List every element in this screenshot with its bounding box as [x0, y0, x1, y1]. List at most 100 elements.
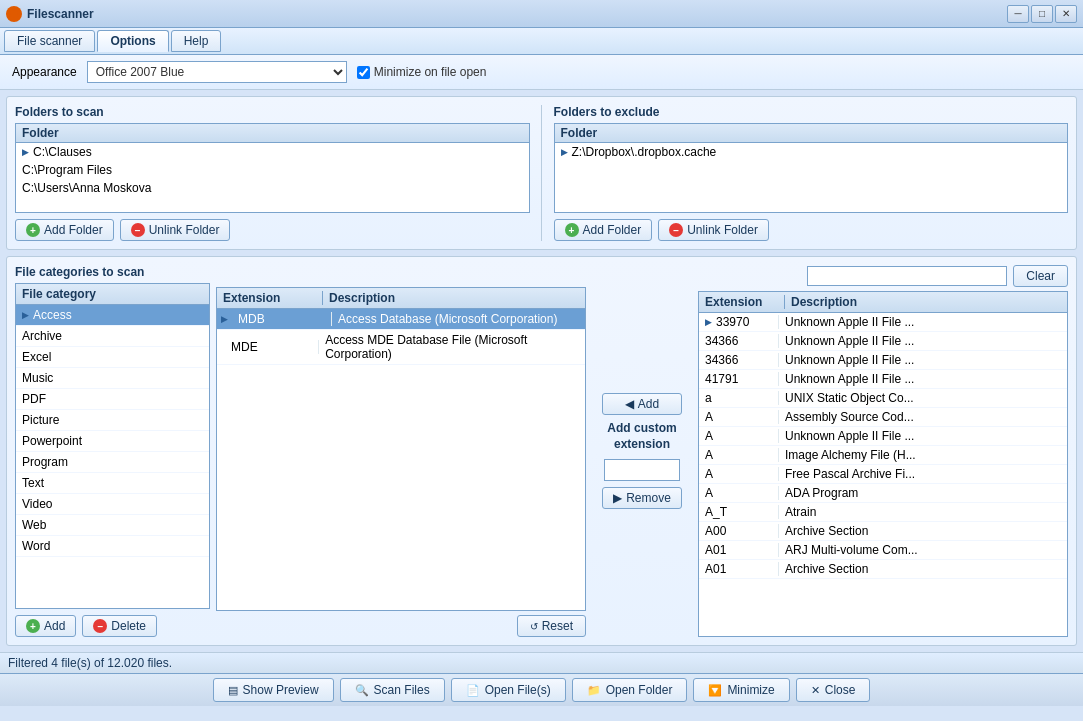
all-ext-row-A-1[interactable]: A Assembly Source Cod...: [699, 408, 1067, 427]
window-title: Filescanner: [27, 7, 94, 21]
tab-help[interactable]: Help: [171, 30, 222, 52]
file-categories-list: File category ▶ Access Archive Excel Mus…: [15, 283, 210, 609]
status-text: Filtered 4 file(s) of 12.020 files.: [8, 656, 172, 670]
svg-point-0: [10, 10, 18, 18]
folders-to-scan-list: Folder ▶ C:\Clauses C:\Program Files C:\…: [15, 123, 530, 213]
all-ext-row-A00[interactable]: A00 Archive Section: [699, 522, 1067, 541]
chevron-right-icon: ▶: [217, 314, 232, 324]
unlink-scan-folder-btn[interactable]: − Unlink Folder: [120, 219, 231, 241]
all-ext-row-AT[interactable]: A_T Atrain: [699, 503, 1067, 522]
cat-item-access[interactable]: ▶ Access: [16, 305, 209, 326]
close-btn[interactable]: ✕ Close: [796, 678, 871, 702]
all-ext-row-A-3[interactable]: A Image Alchemy File (H...: [699, 446, 1067, 465]
all-ext-row-34366a[interactable]: 34366 Unknown Apple II File ...: [699, 332, 1067, 351]
v-divider: [538, 105, 546, 241]
window-controls: ─ □ ✕: [1007, 5, 1077, 23]
title-bar: Filescanner ─ □ ✕: [0, 0, 1083, 28]
open-folder-icon: 📁: [587, 684, 601, 697]
reset-icon: ↺: [530, 621, 538, 632]
appearance-select[interactable]: Office 2007 Blue: [87, 61, 347, 83]
minimize-window-btn[interactable]: ─: [1007, 5, 1029, 23]
all-ext-row-A-5[interactable]: A ADA Program: [699, 484, 1067, 503]
file-categories-header: File category: [16, 284, 209, 305]
minimize-icon: 🔽: [708, 684, 722, 697]
category-buttons: + Add − Delete: [15, 615, 210, 637]
cat-item-program[interactable]: Program: [16, 452, 209, 473]
cat-item-archive[interactable]: Archive: [16, 326, 209, 347]
reset-btn[interactable]: ↺ Reset: [517, 615, 586, 637]
all-ext-row-A-4[interactable]: A Free Pascal Archive Fi...: [699, 465, 1067, 484]
folders-to-exclude-buttons: + Add Folder − Unlink Folder: [554, 219, 1069, 241]
custom-extension-controls: ◀ Add Add custom extension ▶ Remove: [592, 265, 692, 637]
app-icon: [6, 6, 22, 22]
close-window-btn[interactable]: ✕: [1055, 5, 1077, 23]
folder-scan-item-2[interactable]: C:\Program Files: [16, 161, 529, 179]
all-extensions-top: Clear: [698, 265, 1068, 287]
folder-scan-item-1[interactable]: ▶ C:\Clauses: [16, 143, 529, 161]
extensions-header: Extension Description: [217, 288, 585, 309]
search-extensions-input[interactable]: [807, 266, 1007, 286]
add-extension-btn[interactable]: ◀ Add: [602, 393, 682, 415]
folders-to-exclude-panel: Folders to exclude Folder ▶ Z:\Dropbox\.…: [554, 105, 1069, 241]
status-bar: Filtered 4 file(s) of 12.020 files.: [0, 652, 1083, 673]
chevron-right-icon: ▶: [705, 317, 712, 327]
cat-item-pdf[interactable]: PDF: [16, 389, 209, 410]
all-ext-row-a-lower[interactable]: a UNIX Static Object Co...: [699, 389, 1067, 408]
all-ext-row-A-2[interactable]: A Unknown Apple II File ...: [699, 427, 1067, 446]
custom-extension-input[interactable]: [604, 459, 680, 481]
cat-item-video[interactable]: Video: [16, 494, 209, 515]
all-ext-row-33970[interactable]: ▶ 33970 Unknown Apple II File ...: [699, 313, 1067, 332]
action-bar: ▤ Show Preview 🔍 Scan Files 📄 Open File(…: [0, 673, 1083, 706]
all-ext-row-A01b[interactable]: A01 Archive Section: [699, 560, 1067, 579]
tab-options[interactable]: Options: [97, 30, 168, 52]
all-extensions-list: Extension Description ▶ 33970 Unknown Ap…: [698, 291, 1068, 637]
cat-item-picture[interactable]: Picture: [16, 410, 209, 431]
all-ext-row-34366b[interactable]: 34366 Unknown Apple II File ...: [699, 351, 1067, 370]
main-content: Folders to scan Folder ▶ C:\Clauses C:\P…: [0, 90, 1083, 652]
add-icon: +: [565, 223, 579, 237]
scan-icon: 🔍: [355, 684, 369, 697]
file-categories-panel: File categories to scan File category ▶ …: [15, 265, 210, 637]
chevron-right-icon: ▶: [22, 147, 29, 157]
folders-to-scan-title: Folders to scan: [15, 105, 530, 119]
delete-category-btn[interactable]: − Delete: [82, 615, 157, 637]
folder-exclude-item-1[interactable]: ▶ Z:\Dropbox\.dropbox.cache: [555, 143, 1068, 161]
cat-item-music[interactable]: Music: [16, 368, 209, 389]
minimize-checkbox[interactable]: [357, 66, 370, 79]
open-files-icon: 📄: [466, 684, 480, 697]
all-extensions-header: Extension Description: [699, 292, 1067, 313]
cat-item-word[interactable]: Word: [16, 536, 209, 557]
minimize-btn[interactable]: 🔽 Minimize: [693, 678, 789, 702]
preview-icon: ▤: [228, 684, 238, 697]
show-preview-btn[interactable]: ▤ Show Preview: [213, 678, 334, 702]
chevron-right-icon: ▶: [22, 310, 29, 320]
all-ext-row-41791[interactable]: 41791 Unknown Apple II File ...: [699, 370, 1067, 389]
ext-item-mde[interactable]: MDE Access MDE Database File (Microsoft …: [217, 330, 585, 365]
all-ext-row-A01a[interactable]: A01 ARJ Multi-volume Com...: [699, 541, 1067, 560]
open-files-btn[interactable]: 📄 Open File(s): [451, 678, 566, 702]
remove-extension-btn[interactable]: ▶ Remove: [602, 487, 682, 509]
menu-bar: File scanner Options Help: [0, 28, 1083, 55]
open-folder-btn[interactable]: 📁 Open Folder: [572, 678, 688, 702]
folders-to-exclude-title: Folders to exclude: [554, 105, 1069, 119]
add-custom-label: Add custom extension: [598, 421, 686, 452]
folders-to-scan-header: Folder: [16, 124, 529, 143]
categories-section: File categories to scan File category ▶ …: [6, 256, 1077, 646]
add-scan-folder-btn[interactable]: + Add Folder: [15, 219, 114, 241]
folder-scan-item-3[interactable]: C:\Users\Anna Moskova: [16, 179, 529, 197]
unlink-exclude-folder-btn[interactable]: − Unlink Folder: [658, 219, 769, 241]
cat-item-excel[interactable]: Excel: [16, 347, 209, 368]
minimize-checkbox-label[interactable]: Minimize on file open: [357, 65, 487, 79]
maximize-window-btn[interactable]: □: [1031, 5, 1053, 23]
arrow-right-icon: ▶: [613, 491, 622, 505]
add-category-btn[interactable]: + Add: [15, 615, 76, 637]
file-categories-title: File categories to scan: [15, 265, 210, 279]
ext-item-mdb[interactable]: ▶ MDB Access Database (Microsoft Corpora…: [217, 309, 585, 330]
cat-item-powerpoint[interactable]: Powerpoint: [16, 431, 209, 452]
add-exclude-folder-btn[interactable]: + Add Folder: [554, 219, 653, 241]
cat-item-text[interactable]: Text: [16, 473, 209, 494]
clear-search-btn[interactable]: Clear: [1013, 265, 1068, 287]
cat-item-web[interactable]: Web: [16, 515, 209, 536]
tab-file-scanner[interactable]: File scanner: [4, 30, 95, 52]
scan-files-btn[interactable]: 🔍 Scan Files: [340, 678, 445, 702]
